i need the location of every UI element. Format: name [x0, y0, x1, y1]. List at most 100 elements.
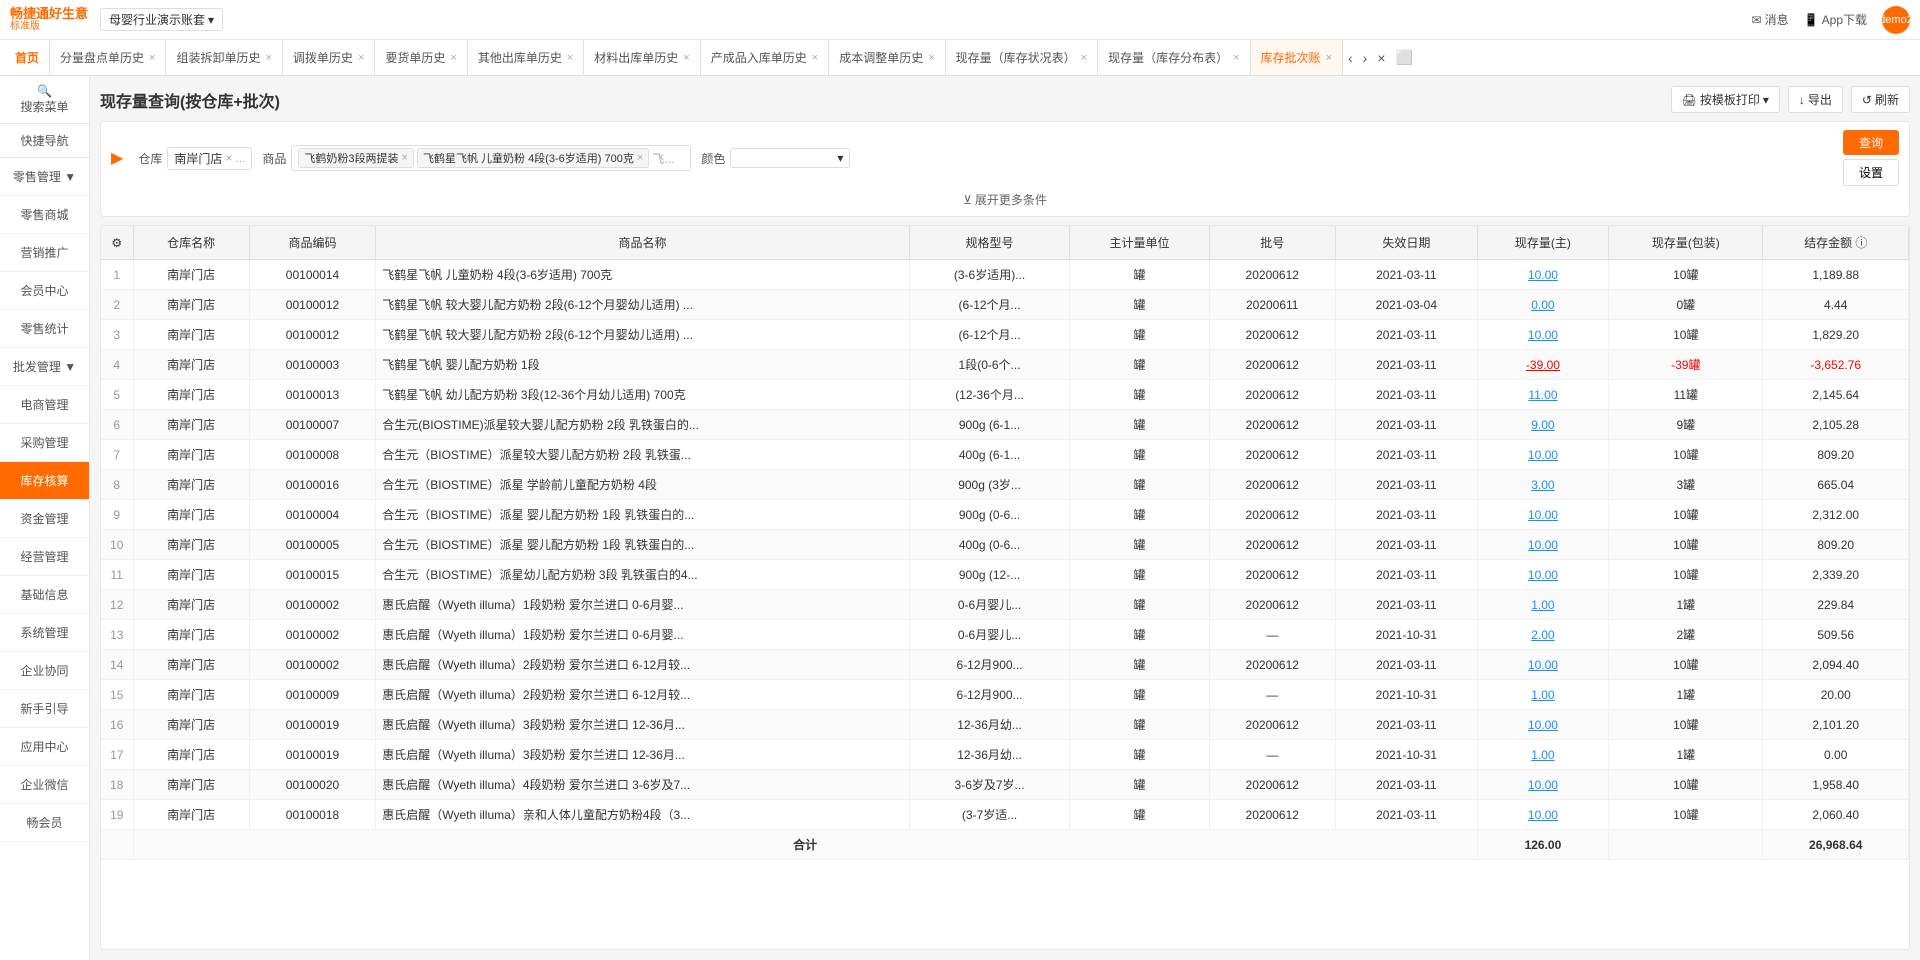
row-name: 合生元（BIOSTIME）派星幼儿配方奶粉 3段 乳铁蛋白的4...: [376, 560, 909, 590]
sidebar-item-marketing[interactable]: 营销推广: [0, 234, 89, 272]
row-qty-main[interactable]: -39.00: [1477, 350, 1608, 380]
content-area: 现存量查询(按仓库+批次) 🖨 按模板打印 ▾ ↓ 导出 ↺ 刷新: [90, 76, 1920, 960]
sidebar-item-wholesale[interactable]: 批发管理 ▼: [0, 348, 89, 386]
col-settings[interactable]: ⚙: [101, 226, 133, 260]
app-download-button[interactable]: 📱 App下载: [1804, 11, 1867, 28]
tab-xianzai2[interactable]: 现存量（库存分布表） ×: [1098, 40, 1250, 75]
tab-close-yaohuo[interactable]: ×: [450, 52, 456, 64]
row-qty-main[interactable]: 11.00: [1477, 380, 1608, 410]
tab-chengben[interactable]: 成本调整单历史 ×: [829, 40, 945, 75]
tab-close-xianzai2[interactable]: ×: [1233, 52, 1239, 64]
tab-next-button[interactable]: ›: [1358, 50, 1373, 66]
tab-close-chanjin[interactable]: ×: [812, 52, 818, 64]
template-print-button[interactable]: 🖨 按模板打印 ▾: [1671, 86, 1780, 113]
sidebar-item-appcenter[interactable]: 应用中心: [0, 728, 89, 766]
tab-pipici[interactable]: 库存批次账 ×: [1251, 40, 1343, 75]
sidebar-item-ecommerce[interactable]: 电商管理: [0, 386, 89, 424]
row-amount: 2,094.40: [1763, 650, 1909, 680]
tab-close-fenpan[interactable]: ×: [149, 52, 155, 64]
row-qty-main[interactable]: 3.00: [1477, 470, 1608, 500]
industry-selector[interactable]: 母婴行业演示账套 ▾: [100, 8, 223, 31]
tab-qitachu[interactable]: 其他出库单历史 ×: [468, 40, 584, 75]
sidebar-item-member2[interactable]: 畅会员: [0, 804, 89, 842]
tab-fenpan[interactable]: 分量盘点单历史 ×: [50, 40, 166, 75]
sidebar-item-retail-mgmt[interactable]: 零售管理 ▼: [0, 158, 89, 196]
row-qty-main[interactable]: 10.00: [1477, 650, 1608, 680]
row-no: 7: [101, 440, 133, 470]
row-qty-main[interactable]: 10.00: [1477, 710, 1608, 740]
tab-fullscreen-button[interactable]: ⬜: [1391, 49, 1418, 66]
tab-close-btn[interactable]: ×: [1372, 50, 1390, 66]
tab-close-chengben[interactable]: ×: [928, 52, 934, 64]
row-qty-main[interactable]: 10.00: [1477, 560, 1608, 590]
filter-color: 颜色 ▾: [701, 148, 850, 168]
refresh-button[interactable]: ↺ 刷新: [1851, 86, 1910, 113]
row-code: 00100014: [249, 260, 375, 290]
sidebar-item-operation[interactable]: 经营管理: [0, 538, 89, 576]
row-expire: 2021-10-31: [1335, 620, 1477, 650]
query-button[interactable]: 查询: [1843, 130, 1899, 155]
sidebar-item-member[interactable]: 会员中心: [0, 272, 89, 310]
tab-home[interactable]: 首页: [5, 40, 50, 75]
row-qty-main[interactable]: 1.00: [1477, 590, 1608, 620]
header-actions: 🖨 按模板打印 ▾ ↓ 导出 ↺ 刷新: [1671, 86, 1910, 113]
tab-chanjin[interactable]: 产成品入库单历史 ×: [701, 40, 829, 75]
warehouse-close-icon[interactable]: ×: [225, 151, 232, 165]
row-qty-main[interactable]: 9.00: [1477, 410, 1608, 440]
sidebar-search[interactable]: 🔍 搜索菜单: [0, 76, 89, 124]
tab-close-pipici[interactable]: ×: [1326, 52, 1332, 64]
expand-filter-button[interactable]: ▶: [111, 148, 123, 168]
message-button[interactable]: ✉ 消息: [1752, 11, 1789, 28]
export-button[interactable]: ↓ 导出: [1788, 86, 1843, 113]
settings-button[interactable]: 设置: [1843, 159, 1899, 186]
sidebar-item-retail-stats[interactable]: 零售统计: [0, 310, 89, 348]
product-tag-close-2[interactable]: ×: [637, 152, 643, 164]
row-qty-main[interactable]: 1.00: [1477, 680, 1608, 710]
sidebar-item-purchase[interactable]: 采购管理: [0, 424, 89, 462]
sidebar-item-retail-shop[interactable]: 零售商城: [0, 196, 89, 234]
product-input[interactable]: 飞鹤奶粉3段两提装 × 飞鹤星飞帆 儿童奶粉 4段(3-6岁适用) 700克 ×…: [291, 145, 691, 171]
tab-close-tiaob[interactable]: ×: [358, 52, 364, 64]
tab-close-xianzai1[interactable]: ×: [1081, 52, 1087, 64]
product-tag-1[interactable]: 飞鹤奶粉3段两提装 ×: [298, 148, 414, 168]
row-qty-main[interactable]: 10.00: [1477, 800, 1608, 830]
sidebar-item-newguide[interactable]: 新手引导: [0, 690, 89, 728]
tab-yaohuo[interactable]: 要货单历史 ×: [375, 40, 467, 75]
tab-prev-button[interactable]: ‹: [1343, 50, 1358, 66]
sidebar-quick-nav[interactable]: 快捷导航: [0, 124, 89, 158]
row-qty-main[interactable]: 0.00: [1477, 290, 1608, 320]
settings-icon[interactable]: ⚙: [111, 236, 122, 250]
tab-close-zuchai[interactable]: ×: [265, 52, 271, 64]
sidebar-item-corpwechat[interactable]: 企业微信: [0, 766, 89, 804]
row-qty-main[interactable]: 10.00: [1477, 530, 1608, 560]
tab-close-cailiao[interactable]: ×: [683, 52, 689, 64]
sidebar-item-corp-collab[interactable]: 企业协同: [0, 652, 89, 690]
tab-tiaob[interactable]: 调拨单历史 ×: [283, 40, 375, 75]
expand-conditions-button[interactable]: ⊻ 展开更多条件: [963, 191, 1047, 208]
product-tag-close-1[interactable]: ×: [402, 152, 408, 164]
row-qty-main[interactable]: 1.00: [1477, 740, 1608, 770]
sidebar-item-inventory[interactable]: 库存核算: [0, 462, 89, 500]
row-qty-main[interactable]: 10.00: [1477, 440, 1608, 470]
row-qty-main[interactable]: 10.00: [1477, 260, 1608, 290]
row-batch: 20200612: [1209, 470, 1335, 500]
table-row: 7 南岸门店 00100008 合生元（BIOSTIME）派星较大婴儿配方奶粉 …: [101, 440, 1909, 470]
row-qty-main[interactable]: 10.00: [1477, 500, 1608, 530]
tab-cailiao[interactable]: 材料出库单历史 ×: [584, 40, 700, 75]
row-qty-main[interactable]: 2.00: [1477, 620, 1608, 650]
row-unit: 罐: [1070, 320, 1209, 350]
row-expire: 2021-03-11: [1335, 350, 1477, 380]
sidebar-item-finance[interactable]: 资金管理: [0, 500, 89, 538]
row-qty-main[interactable]: 10.00: [1477, 770, 1608, 800]
tab-xianzai1[interactable]: 现存量（库存状况表） ×: [946, 40, 1098, 75]
user-avatar[interactable]: demo2: [1882, 6, 1910, 34]
warehouse-input[interactable]: 南岸门店 × ...: [167, 147, 252, 170]
sidebar-item-basic-info[interactable]: 基础信息: [0, 576, 89, 614]
sidebar-item-system[interactable]: 系统管理: [0, 614, 89, 652]
tab-zuchai[interactable]: 组装拆卸单历史 ×: [166, 40, 282, 75]
row-qty-main[interactable]: 10.00: [1477, 320, 1608, 350]
product-more[interactable]: 飞...: [652, 150, 674, 167]
product-tag-2[interactable]: 飞鹤星飞帆 儿童奶粉 4段(3-6岁适用) 700克 ×: [417, 148, 649, 168]
color-input[interactable]: ▾: [730, 148, 850, 168]
tab-close-qitachu[interactable]: ×: [567, 52, 573, 64]
